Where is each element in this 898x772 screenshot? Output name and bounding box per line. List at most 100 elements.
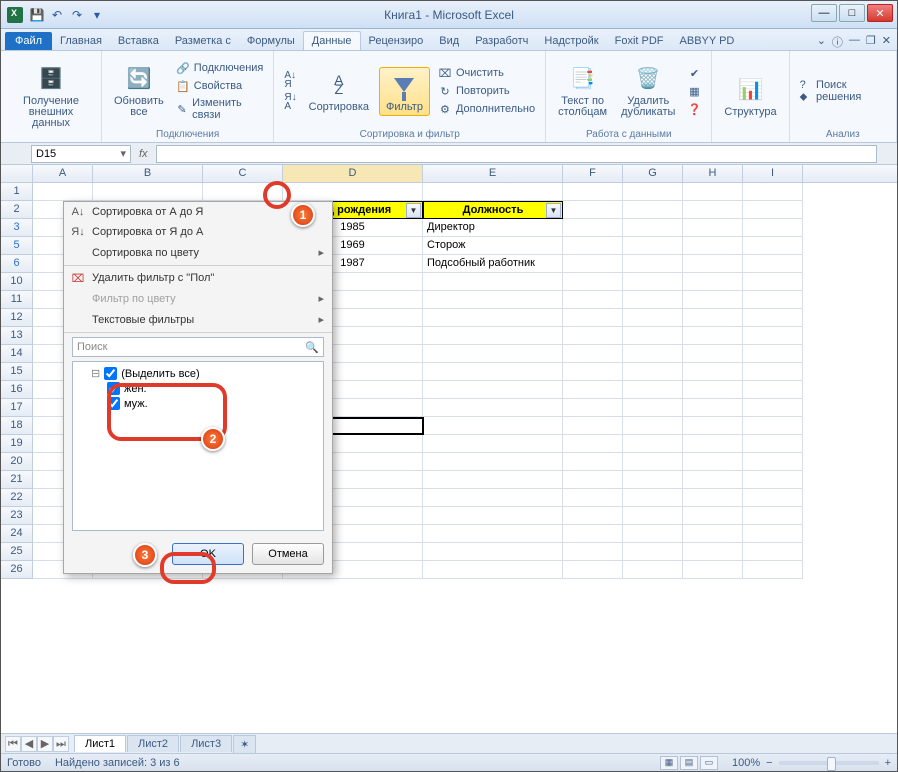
reapply-button[interactable]: ↻Повторить bbox=[436, 83, 537, 99]
cell[interactable] bbox=[283, 183, 423, 201]
cell[interactable] bbox=[563, 507, 623, 525]
cell[interactable] bbox=[743, 471, 803, 489]
cell[interactable] bbox=[423, 507, 563, 525]
help-icon[interactable]: ⓘ bbox=[832, 34, 843, 50]
tab-insert[interactable]: Вставка bbox=[110, 32, 167, 50]
row-header[interactable]: 11 bbox=[1, 291, 33, 309]
close-button[interactable]: ✕ bbox=[867, 4, 893, 22]
cell[interactable] bbox=[683, 237, 743, 255]
cell[interactable] bbox=[563, 363, 623, 381]
cell[interactable] bbox=[563, 327, 623, 345]
qat-customize-icon[interactable]: ▾ bbox=[89, 7, 105, 23]
row-header[interactable]: 1 bbox=[1, 183, 33, 201]
tab-data[interactable]: Данные bbox=[303, 31, 361, 50]
cell[interactable] bbox=[563, 561, 623, 579]
cell[interactable] bbox=[563, 489, 623, 507]
cell[interactable] bbox=[743, 381, 803, 399]
cell[interactable] bbox=[563, 273, 623, 291]
row-header[interactable]: 17 bbox=[1, 399, 33, 417]
cell[interactable] bbox=[623, 309, 683, 327]
cell[interactable] bbox=[683, 399, 743, 417]
ok-button[interactable]: OK bbox=[172, 543, 244, 565]
data-validation-button[interactable]: ✔ bbox=[685, 65, 703, 81]
filter-button[interactable]: Фильтр bbox=[379, 67, 430, 116]
properties-button[interactable]: 📋Свойства bbox=[174, 78, 266, 94]
cell[interactable] bbox=[623, 255, 683, 273]
cell[interactable] bbox=[423, 363, 563, 381]
cell[interactable] bbox=[743, 327, 803, 345]
sheet-tab-3[interactable]: Лист3 bbox=[180, 735, 232, 752]
cell[interactable] bbox=[623, 453, 683, 471]
cell[interactable] bbox=[33, 183, 93, 201]
col-header-g[interactable]: G bbox=[623, 165, 683, 182]
cell[interactable] bbox=[743, 345, 803, 363]
cell[interactable] bbox=[623, 561, 683, 579]
row-header[interactable]: 19 bbox=[1, 435, 33, 453]
qat-redo-icon[interactable]: ↷ bbox=[69, 7, 85, 23]
qat-undo-icon[interactable]: ↶ bbox=[49, 7, 65, 23]
cell[interactable] bbox=[743, 453, 803, 471]
cell[interactable] bbox=[423, 435, 563, 453]
solver-button[interactable]: ?⬥Поиск решения bbox=[798, 78, 888, 104]
cell[interactable] bbox=[423, 399, 563, 417]
cell[interactable] bbox=[563, 435, 623, 453]
cell[interactable] bbox=[683, 453, 743, 471]
cell[interactable]: Подсобный работник bbox=[423, 255, 563, 273]
cell[interactable] bbox=[683, 219, 743, 237]
cell[interactable] bbox=[623, 201, 683, 219]
cell[interactable] bbox=[683, 201, 743, 219]
row-header[interactable]: 10 bbox=[1, 273, 33, 291]
cell[interactable] bbox=[563, 525, 623, 543]
cell[interactable] bbox=[563, 543, 623, 561]
cell[interactable] bbox=[623, 507, 683, 525]
cell[interactable] bbox=[743, 399, 803, 417]
cell[interactable] bbox=[563, 309, 623, 327]
cell[interactable] bbox=[683, 525, 743, 543]
cell[interactable] bbox=[563, 291, 623, 309]
cell[interactable] bbox=[563, 399, 623, 417]
sort-button[interactable]: AZСортировка bbox=[305, 68, 373, 115]
tab-foxit[interactable]: Foxit PDF bbox=[607, 32, 672, 50]
sheet-tab-2[interactable]: Лист2 bbox=[127, 735, 179, 752]
cell[interactable] bbox=[623, 345, 683, 363]
cancel-button[interactable]: Отмена bbox=[252, 543, 324, 565]
cell[interactable] bbox=[563, 255, 623, 273]
cell[interactable] bbox=[423, 525, 563, 543]
view-pagebreak-icon[interactable]: ▭ bbox=[700, 756, 718, 770]
cell[interactable] bbox=[563, 453, 623, 471]
cell[interactable] bbox=[423, 291, 563, 309]
row-header[interactable]: 25 bbox=[1, 543, 33, 561]
filter-select-all[interactable]: ⊟(Выделить все) bbox=[77, 366, 319, 381]
cell[interactable] bbox=[743, 291, 803, 309]
col-header-i[interactable]: I bbox=[743, 165, 803, 182]
cell[interactable] bbox=[743, 363, 803, 381]
minimize-button[interactable]: — bbox=[811, 4, 837, 22]
cell[interactable] bbox=[423, 489, 563, 507]
cell[interactable] bbox=[563, 183, 623, 201]
mdi-min-icon[interactable]: — bbox=[849, 34, 860, 50]
cell[interactable] bbox=[743, 435, 803, 453]
row-header[interactable]: 18 bbox=[1, 417, 33, 435]
cell[interactable]: Сторож bbox=[423, 237, 563, 255]
tab-review[interactable]: Рецензиро bbox=[361, 32, 432, 50]
sheet-nav-next[interactable]: ▶ bbox=[37, 736, 53, 752]
cell[interactable] bbox=[743, 237, 803, 255]
menu-text-filters[interactable]: Текстовые фильтры▸ bbox=[64, 309, 332, 330]
cell[interactable] bbox=[563, 201, 623, 219]
sheet-nav-prev[interactable]: ◀ bbox=[21, 736, 37, 752]
refresh-all-button[interactable]: 🔄Обновить все bbox=[110, 62, 168, 120]
sheet-nav-first[interactable]: ⏮ bbox=[5, 736, 21, 752]
cell[interactable] bbox=[423, 273, 563, 291]
connections-button[interactable]: 🔗Подключения bbox=[174, 60, 266, 76]
col-header-a[interactable]: A bbox=[33, 165, 93, 182]
cell[interactable] bbox=[683, 255, 743, 273]
cell[interactable] bbox=[563, 381, 623, 399]
name-box[interactable]: D15▾ bbox=[31, 145, 131, 163]
zoom-in-button[interactable]: + bbox=[885, 757, 891, 769]
cell[interactable] bbox=[683, 561, 743, 579]
cell[interactable] bbox=[623, 183, 683, 201]
cell[interactable] bbox=[423, 309, 563, 327]
row-header[interactable]: 20 bbox=[1, 453, 33, 471]
mdi-restore-icon[interactable]: ❐ bbox=[866, 34, 876, 50]
cell[interactable] bbox=[743, 309, 803, 327]
